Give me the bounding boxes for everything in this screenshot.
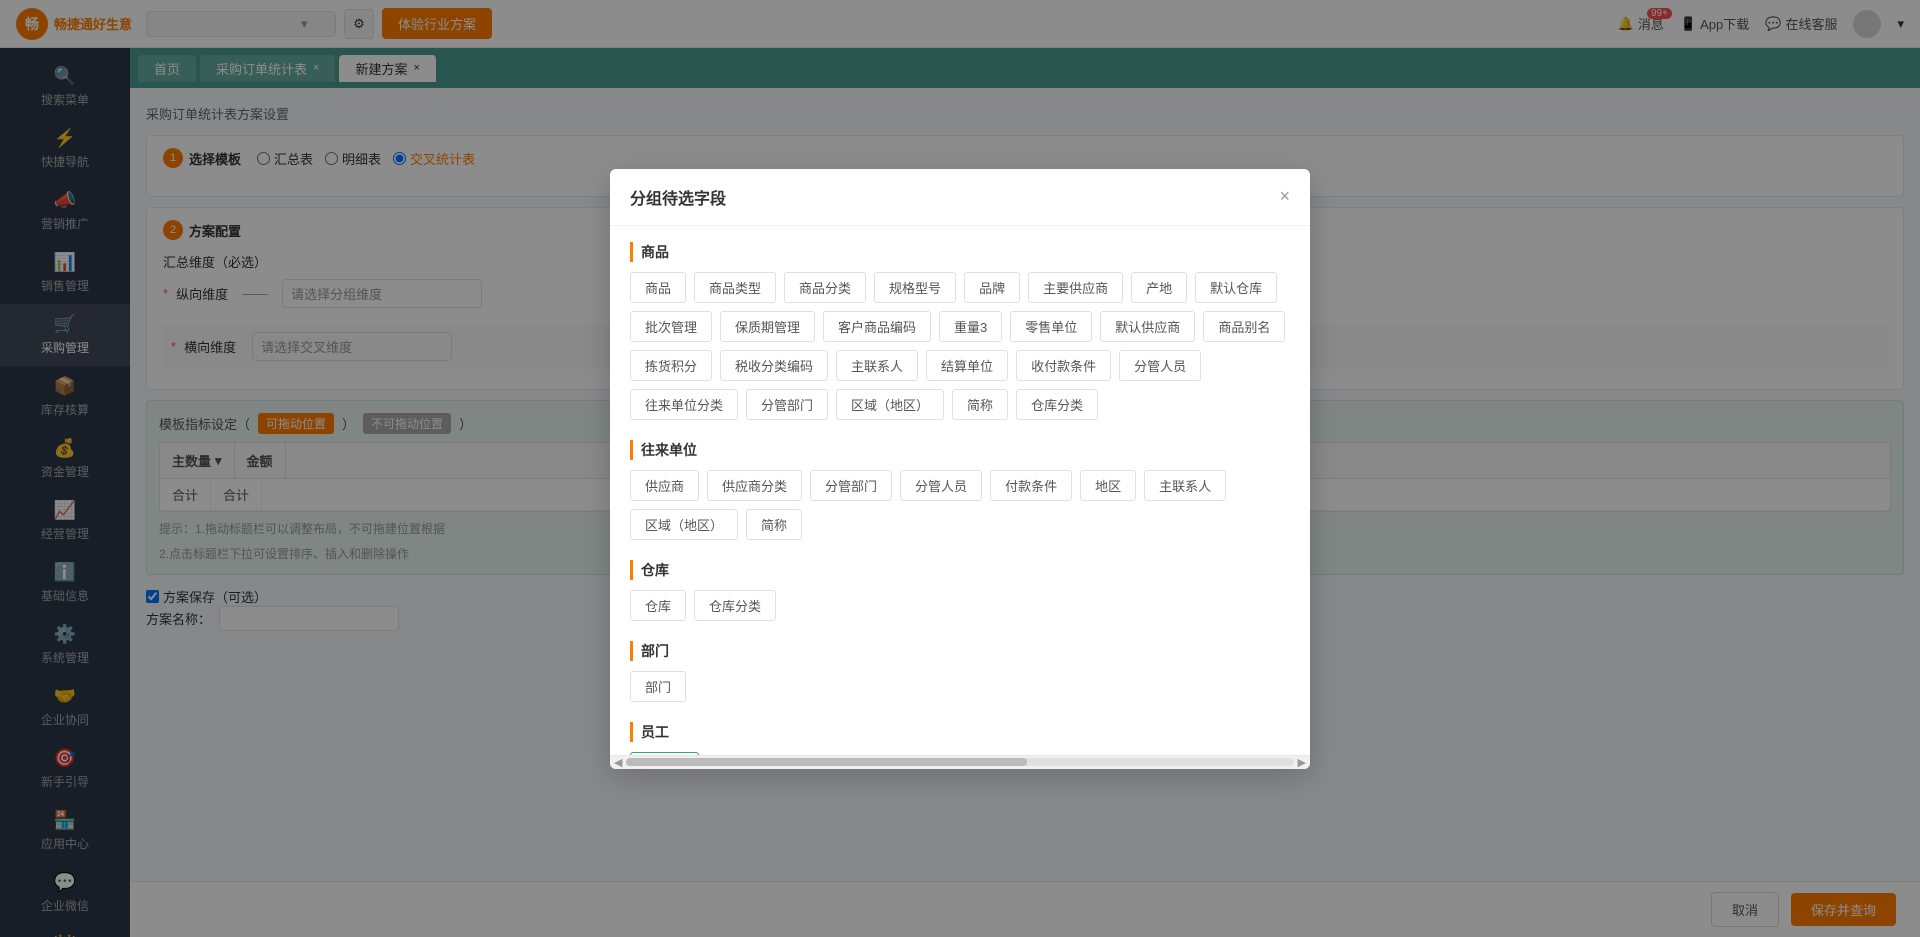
field-tag-0-4[interactable]: 品牌 <box>964 272 1020 303</box>
field-tag-0-23[interactable]: 区域（地区） <box>836 389 944 420</box>
field-tag-2-1[interactable]: 仓库分类 <box>694 590 776 621</box>
field-tag-0-12[interactable]: 零售单位 <box>1010 311 1092 342</box>
field-tag-1-6[interactable]: 主联系人 <box>1144 470 1226 501</box>
field-group-title-3: 部门 <box>630 641 1290 661</box>
field-tag-2-0[interactable]: 仓库 <box>630 590 686 621</box>
hscroll-thumb <box>626 758 1026 766</box>
field-group-1: 往来单位供应商供应商分类分管部门分管人员付款条件地区主联系人区域（地区） 简称 <box>630 440 1290 540</box>
field-tag-0-22[interactable]: 分管部门 <box>746 389 828 420</box>
hscroll-right-arrow[interactable]: ▶ <box>1298 756 1306 769</box>
field-group-4: 员工业务员 <box>630 722 1290 755</box>
field-tag-0-21[interactable]: 往来单位分类 <box>630 389 738 420</box>
field-group-2: 仓库仓库仓库分类 <box>630 560 1290 621</box>
field-group-title-2: 仓库 <box>630 560 1290 580</box>
field-tag-0-8[interactable]: 批次管理 <box>630 311 712 342</box>
field-tag-0-10[interactable]: 客户商品编码 <box>823 311 931 342</box>
field-tag-0-7[interactable]: 默认仓库 <box>1195 272 1277 303</box>
modal-horizontal-scrollbar[interactable]: ◀ ▶ <box>610 755 1310 769</box>
field-tag-1-4[interactable]: 付款条件 <box>990 470 1072 501</box>
modal-body: 商品商品商品类型商品分类规格型号品牌主要供应商产地默认仓库批次管理保质期管理客户… <box>610 226 1310 755</box>
field-tag-0-19[interactable]: 收付款条件 <box>1016 350 1111 381</box>
field-tags-3: 部门 <box>630 671 1290 702</box>
modal-header: 分组待选字段 × <box>610 169 1310 226</box>
field-tag-1-5[interactable]: 地区 <box>1080 470 1136 501</box>
field-tag-0-6[interactable]: 产地 <box>1131 272 1187 303</box>
hscroll-left-arrow[interactable]: ◀ <box>614 756 622 769</box>
field-tag-0-2[interactable]: 商品分类 <box>784 272 866 303</box>
field-tag-0-17[interactable]: 主联系人 <box>836 350 918 381</box>
field-tag-0-13[interactable]: 默认供应商 <box>1100 311 1195 342</box>
field-tag-0-15[interactable]: 拣货积分 <box>630 350 712 381</box>
field-tag-0-25[interactable]: 仓库分类 <box>1016 389 1098 420</box>
field-tag-3-0[interactable]: 部门 <box>630 671 686 702</box>
modal-close-button[interactable]: × <box>1279 186 1290 207</box>
field-tag-0-9[interactable]: 保质期管理 <box>720 311 815 342</box>
field-tag-0-1[interactable]: 商品类型 <box>694 272 776 303</box>
field-group-title-1: 往来单位 <box>630 440 1290 460</box>
field-tag-1-2[interactable]: 分管部门 <box>810 470 892 501</box>
field-tags-1: 供应商供应商分类分管部门分管人员付款条件地区主联系人区域（地区） 简称 <box>630 470 1290 540</box>
field-group-3: 部门部门 <box>630 641 1290 702</box>
field-tag-0-24[interactable]: 简称 <box>952 389 1008 420</box>
field-group-title-4: 员工 <box>630 722 1290 742</box>
field-tag-0-5[interactable]: 主要供应商 <box>1028 272 1123 303</box>
field-tag-1-7[interactable]: 区域（地区） <box>630 509 738 540</box>
field-tag-0-11[interactable]: 重量3 <box>939 311 1002 342</box>
field-tag-0-14[interactable]: 商品别名 <box>1203 311 1285 342</box>
field-tag-0-20[interactable]: 分管人员 <box>1119 350 1201 381</box>
field-tag-0-18[interactable]: 结算单位 <box>926 350 1008 381</box>
modal-title: 分组待选字段 <box>630 185 726 209</box>
hscroll-track <box>626 758 1293 766</box>
field-selection-modal: 分组待选字段 × 商品商品商品类型商品分类规格型号品牌主要供应商产地默认仓库批次… <box>610 169 1310 769</box>
field-tags-0: 商品商品类型商品分类规格型号品牌主要供应商产地默认仓库批次管理保质期管理客户商品… <box>630 272 1290 420</box>
field-tag-1-8[interactable]: 简称 <box>746 509 802 540</box>
field-tag-0-16[interactable]: 税收分类编码 <box>720 350 828 381</box>
field-tag-1-0[interactable]: 供应商 <box>630 470 699 501</box>
field-group-title-0: 商品 <box>630 242 1290 262</box>
field-tags-2: 仓库仓库分类 <box>630 590 1290 621</box>
field-tag-1-3[interactable]: 分管人员 <box>900 470 982 501</box>
field-tag-1-1[interactable]: 供应商分类 <box>707 470 802 501</box>
field-group-0: 商品商品商品类型商品分类规格型号品牌主要供应商产地默认仓库批次管理保质期管理客户… <box>630 242 1290 420</box>
modal-overlay: 分组待选字段 × 商品商品商品类型商品分类规格型号品牌主要供应商产地默认仓库批次… <box>0 0 1920 937</box>
field-tag-0-0[interactable]: 商品 <box>630 272 686 303</box>
field-tag-0-3[interactable]: 规格型号 <box>874 272 956 303</box>
